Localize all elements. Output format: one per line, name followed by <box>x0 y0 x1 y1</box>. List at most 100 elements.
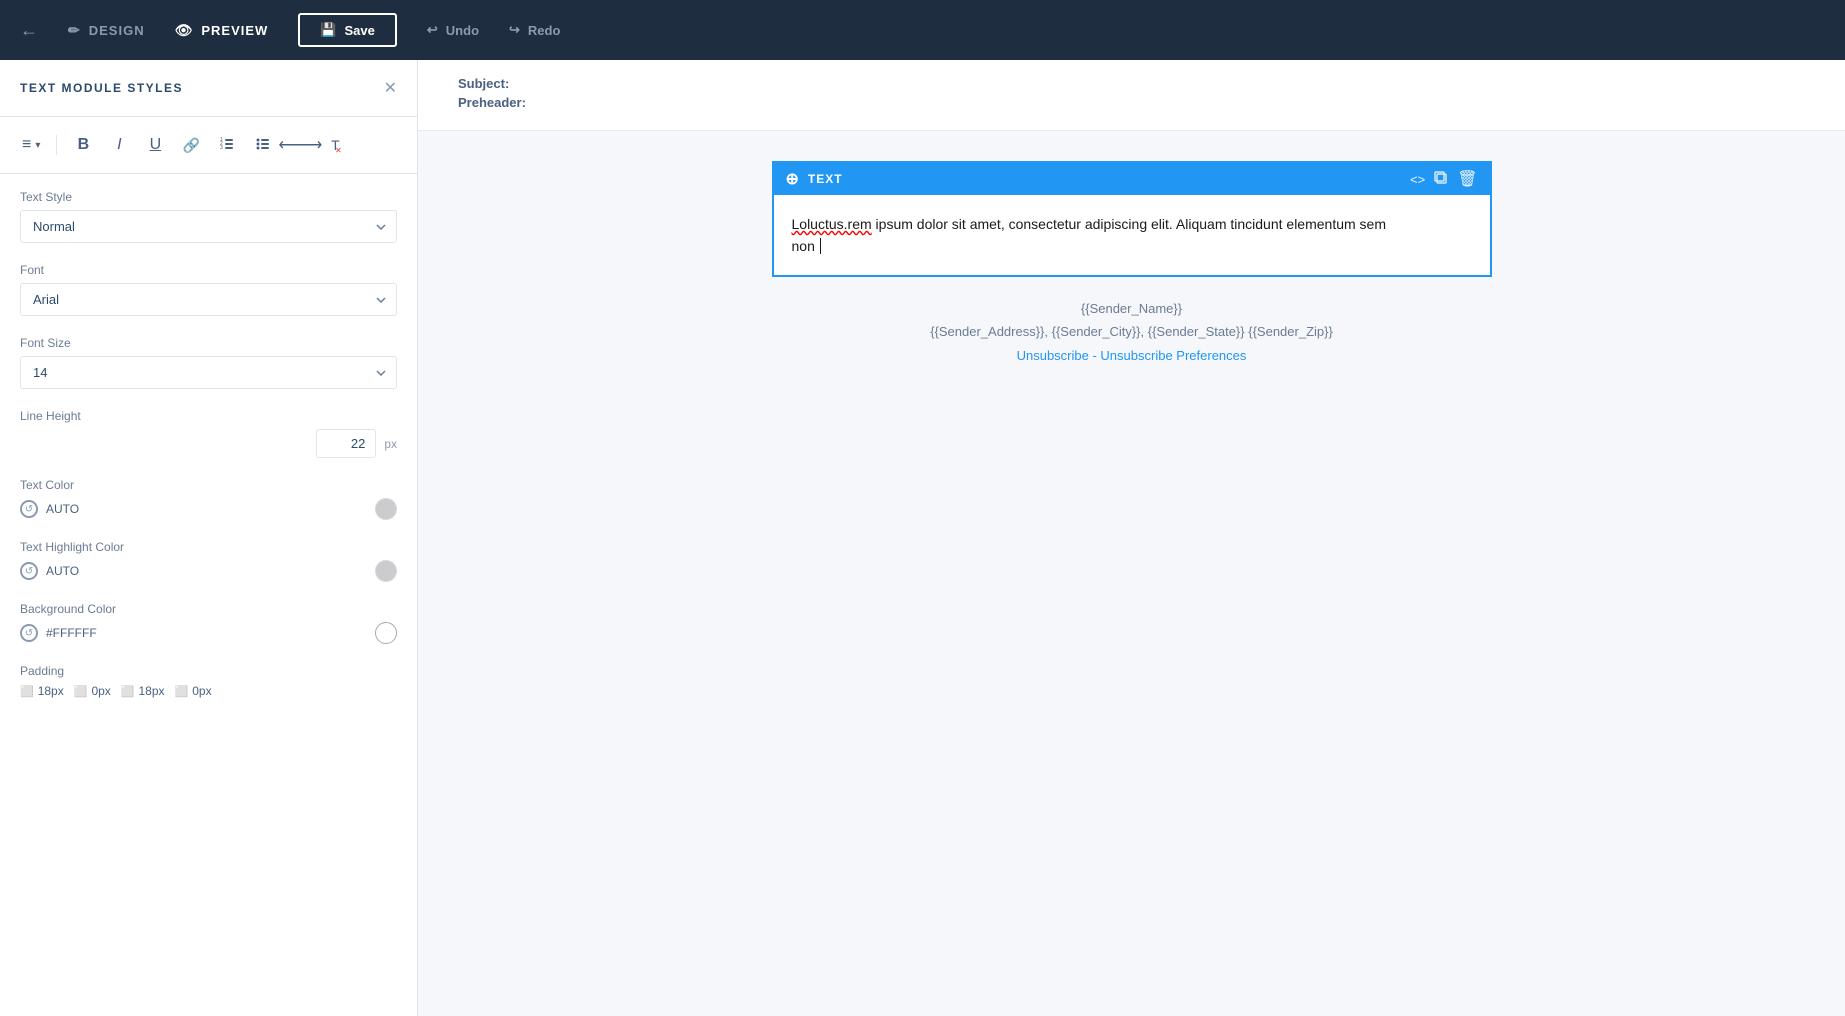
code-icon[interactable]: <> <box>1410 172 1425 187</box>
sender-address: {{Sender_Address}}, {{Sender_City}}, {{S… <box>930 320 1333 343</box>
bold-icon: B <box>78 136 90 154</box>
close-icon[interactable]: ✕ <box>384 78 397 98</box>
italic-button[interactable]: I <box>103 129 135 161</box>
redo-label: Redo <box>528 23 561 38</box>
right-content: Subject: Preheader: ⊕ TEXT <> <box>418 60 1845 1016</box>
padding-label: Padding <box>20 664 397 678</box>
copy-module-icon[interactable] <box>1433 170 1449 189</box>
text-color-reset[interactable]: ↺ <box>20 500 38 518</box>
clear-format-icon: T✕ <box>331 137 340 153</box>
unsubscribe-separator: - <box>1089 348 1101 363</box>
underline-icon: U <box>150 136 162 154</box>
delete-module-icon[interactable]: 🗑 <box>1457 169 1477 189</box>
save-icon: 💾 <box>320 22 336 38</box>
text-style-group: Text Style Normal Heading 1 Heading 2 He… <box>20 190 397 243</box>
module-content[interactable]: Loluctus.rem ipsum dolor sit amet, conse… <box>774 195 1490 275</box>
design-icon: ✏ <box>68 22 81 39</box>
background-color-group: Background Color ↺ #FFFFFF <box>20 602 397 644</box>
design-nav-item[interactable]: ✏ DESIGN <box>68 22 145 39</box>
ordered-list-button[interactable]: 1 2 3 <box>211 129 243 161</box>
underline-button[interactable]: U <box>139 129 171 161</box>
module-header: ⊕ TEXT <> 🗑 <box>774 163 1490 195</box>
background-color-label: Background Color <box>20 602 397 616</box>
font-size-group: Font Size 10 12 14 16 18 24 <box>20 336 397 389</box>
undo-button[interactable]: ↩ Undo <box>427 22 479 38</box>
padding-right-item: ⬜ 0px <box>74 684 111 698</box>
bold-button[interactable]: B <box>67 129 99 161</box>
back-icon: ← <box>20 20 38 41</box>
line-height-input[interactable] <box>316 429 376 458</box>
preview-nav-item[interactable]: 👁 PREVIEW <box>175 22 269 39</box>
font-label: Font <box>20 263 397 277</box>
module-header-left: ⊕ TEXT <box>786 169 843 189</box>
subject-label: Subject: <box>458 76 509 91</box>
top-nav: ← ✏ DESIGN 👁 PREVIEW 💾 Save ↩ Undo ↪ Red… <box>0 0 1845 60</box>
text-color-swatch[interactable] <box>375 498 397 520</box>
unsubscribe-links: Unsubscribe - Unsubscribe Preferences <box>930 344 1333 367</box>
unordered-list-button[interactable] <box>247 129 279 161</box>
preheader-label: Preheader: <box>458 95 526 110</box>
padding-top-icon: ⬜ <box>20 685 34 698</box>
unsubscribe-prefs-link[interactable]: Unsubscribe Preferences <box>1100 348 1246 363</box>
font-size-label: Font Size <box>20 336 397 350</box>
indent-button[interactable]: ⟵⟶ <box>283 129 315 161</box>
background-color-value: #FFFFFF <box>46 626 367 640</box>
email-meta: Subject: Preheader: <box>418 60 1845 131</box>
font-select[interactable]: Arial Georgia Times New Roman Verdana <box>20 283 397 316</box>
padding-left-value: 0px <box>192 684 211 698</box>
padding-right-value: 0px <box>91 684 110 698</box>
padding-group: Padding ⬜ 18px ⬜ 0px ⬜ 18px ⬜ <box>20 664 397 698</box>
font-size-select[interactable]: 10 12 14 16 18 24 <box>20 356 397 389</box>
paragraph-dropdown-button[interactable]: ≡ ▾ <box>16 129 46 161</box>
unsubscribe-link[interactable]: Unsubscribe <box>1017 348 1089 363</box>
text-highlight-reset[interactable]: ↺ <box>20 562 38 580</box>
text-highlight-swatch[interactable] <box>375 560 397 582</box>
background-color-control: ↺ #FFFFFF <box>20 622 397 644</box>
undo-label: Undo <box>446 23 479 38</box>
link-icon: 🔗 <box>183 137 200 154</box>
line-height-row: px <box>20 429 397 458</box>
background-color-reset[interactable]: ↺ <box>20 624 38 642</box>
text-highlight-group: Text Highlight Color ↺ AUTO <box>20 540 397 582</box>
panel-title: TEXT MODULE STYLES <box>20 81 183 95</box>
text-highlight-control: ↺ AUTO <box>20 560 397 582</box>
module-header-actions: <> 🗑 <box>1410 169 1478 189</box>
text-color-label: Text Color <box>20 478 397 492</box>
back-button[interactable]: ← <box>20 20 38 41</box>
panel-header: TEXT MODULE STYLES ✕ <box>0 60 417 117</box>
padding-top-item: ⬜ 18px <box>20 684 64 698</box>
line-height-label: Line Height <box>20 409 397 423</box>
indent-icon: ⟵⟶ <box>278 135 320 155</box>
module-text-line2: non <box>792 238 819 254</box>
redo-button[interactable]: ↪ Redo <box>509 22 560 38</box>
clear-format-button[interactable]: T✕ <box>319 129 351 161</box>
link-button[interactable]: 🔗 <box>175 129 207 161</box>
font-group: Font Arial Georgia Times New Roman Verda… <box>20 263 397 316</box>
move-icon[interactable]: ⊕ <box>786 169 800 189</box>
typo-word: Loluctus.rem <box>792 216 872 232</box>
text-color-group: Text Color ↺ AUTO <box>20 478 397 520</box>
text-style-select[interactable]: Normal Heading 1 Heading 2 Heading 3 <box>20 210 397 243</box>
padding-left-item: ⬜ 0px <box>175 684 212 698</box>
save-button[interactable]: 💾 Save <box>298 13 397 47</box>
svg-text:3: 3 <box>220 145 223 151</box>
line-height-unit: px <box>384 437 397 451</box>
sender-name: {{Sender_Name}} <box>930 297 1333 320</box>
design-label: DESIGN <box>89 23 145 38</box>
paragraph-icon: ≡ <box>22 136 31 154</box>
text-color-control: ↺ AUTO <box>20 498 397 520</box>
undo-icon: ↩ <box>427 22 438 38</box>
padding-top-value: 18px <box>38 684 64 698</box>
style-controls: Text Style Normal Heading 1 Heading 2 He… <box>0 174 417 1016</box>
formatting-toolbar: ≡ ▾ B I U 🔗 <box>0 117 417 174</box>
paragraph-chevron: ▾ <box>35 140 40 151</box>
padding-bottom-value: 18px <box>139 684 165 698</box>
padding-right-icon: ⬜ <box>74 685 88 698</box>
module-label: TEXT <box>808 172 843 186</box>
unordered-list-icon <box>256 137 270 154</box>
background-color-swatch[interactable] <box>375 622 397 644</box>
module-text-line1: Loluctus.rem ipsum dolor sit amet, conse… <box>792 216 1387 232</box>
padding-bottom-icon: ⬜ <box>121 685 135 698</box>
preview-icon: 👁 <box>175 22 194 39</box>
text-color-value: AUTO <box>46 502 367 516</box>
